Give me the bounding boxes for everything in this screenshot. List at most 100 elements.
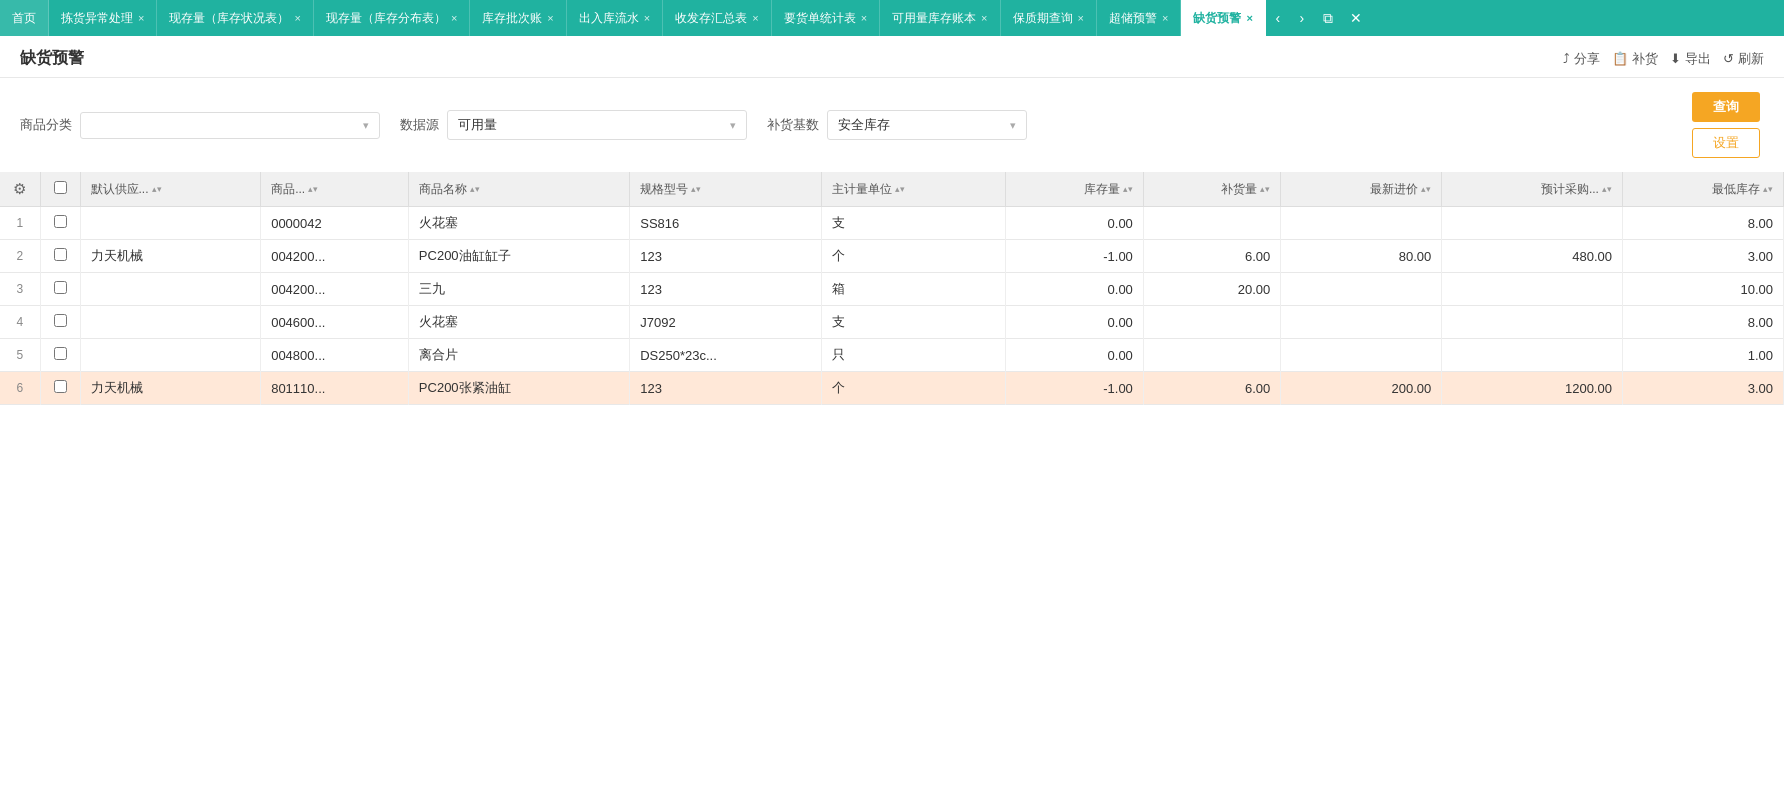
cell-spec: SS816 — [630, 207, 822, 240]
th-check — [40, 172, 80, 207]
tab-home[interactable]: 首页 — [0, 0, 49, 36]
th-goods-name[interactable]: 商品名称 ▴▾ — [408, 172, 629, 207]
category-label: 商品分类 — [20, 116, 72, 134]
query-button[interactable]: 查询 — [1692, 92, 1760, 122]
cell-checkbox[interactable] — [40, 273, 80, 306]
export-label: 导出 — [1685, 50, 1711, 68]
th-stock[interactable]: 库存量 ▴▾ — [1006, 172, 1143, 207]
select-all-checkbox[interactable] — [54, 181, 67, 194]
cell-replenish-qty — [1143, 207, 1280, 240]
cell-stock: 0.00 — [1006, 273, 1143, 306]
cell-spec: J7092 — [630, 306, 822, 339]
tab-close-rs[interactable]: × — [752, 13, 758, 24]
cell-spec: 123 — [630, 240, 822, 273]
tab-next-button[interactable]: › — [1290, 0, 1314, 36]
cell-checkbox[interactable] — [40, 207, 80, 240]
tab-close-iof[interactable]: × — [644, 13, 650, 24]
tab-close-css[interactable]: × — [294, 13, 300, 24]
cell-stock: 0.00 — [1006, 339, 1143, 372]
tab-close-all-button[interactable]: ✕ — [1342, 0, 1370, 36]
th-spec[interactable]: 规格型号 ▴▾ — [630, 172, 822, 207]
tab-prev-button[interactable]: ‹ — [1266, 0, 1290, 36]
tab-in-out-flow[interactable]: 出入库流水 × — [567, 0, 663, 36]
replenish-base-chevron-icon: ▾ — [1010, 119, 1016, 132]
th-latest-price[interactable]: 最新进价 ▴▾ — [1281, 172, 1442, 207]
tab-batch-account[interactable]: 库存批次账 × — [470, 0, 566, 36]
tab-current-stock-dist[interactable]: 现存量（库存分布表） × — [314, 0, 470, 36]
table-header-row: ⚙ 默认供应... ▴▾ 商品... ▴▾ — [0, 172, 1784, 207]
cell-goods-code: 004200... — [261, 273, 409, 306]
cell-checkbox[interactable] — [40, 372, 80, 405]
cell-checkbox[interactable] — [40, 339, 80, 372]
th-default-supplier[interactable]: 默认供应... ▴▾ — [80, 172, 261, 207]
th-min-stock[interactable]: 最低库存 ▴▾ — [1622, 172, 1783, 207]
row-checkbox[interactable] — [54, 248, 67, 261]
cell-supplier — [80, 306, 261, 339]
tab-order-stats[interactable]: 要货单统计表 × — [772, 0, 880, 36]
th-goods-code[interactable]: 商品... ▴▾ — [261, 172, 409, 207]
cell-est-purchase — [1442, 273, 1623, 306]
tab-restore-button[interactable]: ⧉ — [1314, 0, 1342, 36]
action-buttons: 查询 设置 — [1692, 92, 1764, 158]
category-chevron-icon: ▾ — [363, 119, 369, 132]
cell-replenish-qty: 6.00 — [1143, 240, 1280, 273]
header-actions: ⤴ 分享 📋 补货 ⬇ 导出 ↺ 刷新 — [1563, 50, 1764, 68]
sort-unit-icon: ▴▾ — [895, 185, 905, 194]
cell-min-stock: 8.00 — [1622, 207, 1783, 240]
tab-close-al[interactable]: × — [981, 13, 987, 24]
tab-close-csd[interactable]: × — [451, 13, 457, 24]
row-checkbox[interactable] — [54, 215, 67, 228]
tab-close-ow[interactable]: × — [1162, 13, 1168, 24]
tab-receive-summary[interactable]: 收发存汇总表 × — [663, 0, 771, 36]
cell-min-stock: 1.00 — [1622, 339, 1783, 372]
row-checkbox[interactable] — [54, 314, 67, 327]
tab-expiry-query[interactable]: 保质期查询 × — [1001, 0, 1097, 36]
th-unit[interactable]: 主计量单位 ▴▾ — [821, 172, 1006, 207]
tab-available-ledger[interactable]: 可用量库存账本 × — [880, 0, 1000, 36]
export-icon: ⬇ — [1670, 51, 1681, 66]
cell-latest-price: 200.00 — [1281, 372, 1442, 405]
cell-replenish-qty: 20.00 — [1143, 273, 1280, 306]
cell-checkbox[interactable] — [40, 306, 80, 339]
datasource-select[interactable]: 可用量 ▾ — [447, 110, 747, 140]
tab-close-ba[interactable]: × — [547, 13, 553, 24]
row-checkbox[interactable] — [54, 347, 67, 360]
export-action[interactable]: ⬇ 导出 — [1670, 50, 1711, 68]
sort-supplier-icon: ▴▾ — [152, 185, 162, 194]
refresh-action[interactable]: ↺ 刷新 — [1723, 50, 1764, 68]
cell-supplier: 力天机械 — [80, 240, 261, 273]
cell-row-num: 4 — [0, 306, 40, 339]
row-checkbox[interactable] — [54, 281, 67, 294]
category-select[interactable]: ▾ — [80, 112, 380, 139]
share-action[interactable]: ⤴ 分享 — [1563, 50, 1600, 68]
replenish-base-select[interactable]: 安全库存 ▾ — [827, 110, 1027, 140]
cell-spec: 123 — [630, 273, 822, 306]
th-est-purchase[interactable]: 预计采购... ▴▾ — [1442, 172, 1623, 207]
replenish-action[interactable]: 📋 补货 — [1612, 50, 1658, 68]
row-checkbox[interactable] — [54, 380, 67, 393]
sort-replenish-icon: ▴▾ — [1260, 185, 1270, 194]
sort-price-icon: ▴▾ — [1421, 185, 1431, 194]
tab-overstock-warning[interactable]: 超储预警 × — [1097, 0, 1181, 36]
settings-button[interactable]: 设置 — [1692, 128, 1760, 158]
tab-defect-processing[interactable]: 拣货异常处理 × — [49, 0, 157, 36]
cell-stock: -1.00 — [1006, 372, 1143, 405]
cell-goods-name: 离合片 — [408, 339, 629, 372]
tab-close-sw[interactable]: × — [1246, 13, 1252, 24]
cell-row-num: 5 — [0, 339, 40, 372]
cell-min-stock: 8.00 — [1622, 306, 1783, 339]
filter-group-datasource: 数据源 可用量 ▾ — [400, 110, 747, 140]
tab-shortage-warning[interactable]: 缺货预警 × — [1181, 0, 1265, 36]
tab-close-defect[interactable]: × — [138, 13, 144, 24]
gear-icon[interactable]: ⚙ — [13, 180, 26, 197]
page-header: 缺货预警 ⤴ 分享 📋 补货 ⬇ 导出 ↺ 刷新 — [0, 36, 1784, 78]
table-row: 2力天机械004200...PC200油缸缸子123个-1.006.0080.0… — [0, 240, 1784, 273]
th-settings[interactable]: ⚙ — [0, 172, 40, 207]
tab-close-os[interactable]: × — [861, 13, 867, 24]
tab-current-stock-status[interactable]: 现存量（库存状况表） × — [157, 0, 313, 36]
replenish-base-label: 补货基数 — [767, 116, 819, 134]
tab-close-eq[interactable]: × — [1078, 13, 1084, 24]
th-replenish-qty[interactable]: 补货量 ▴▾ — [1143, 172, 1280, 207]
table-row: 10000042火花塞SS816支0.008.00 — [0, 207, 1784, 240]
cell-checkbox[interactable] — [40, 240, 80, 273]
